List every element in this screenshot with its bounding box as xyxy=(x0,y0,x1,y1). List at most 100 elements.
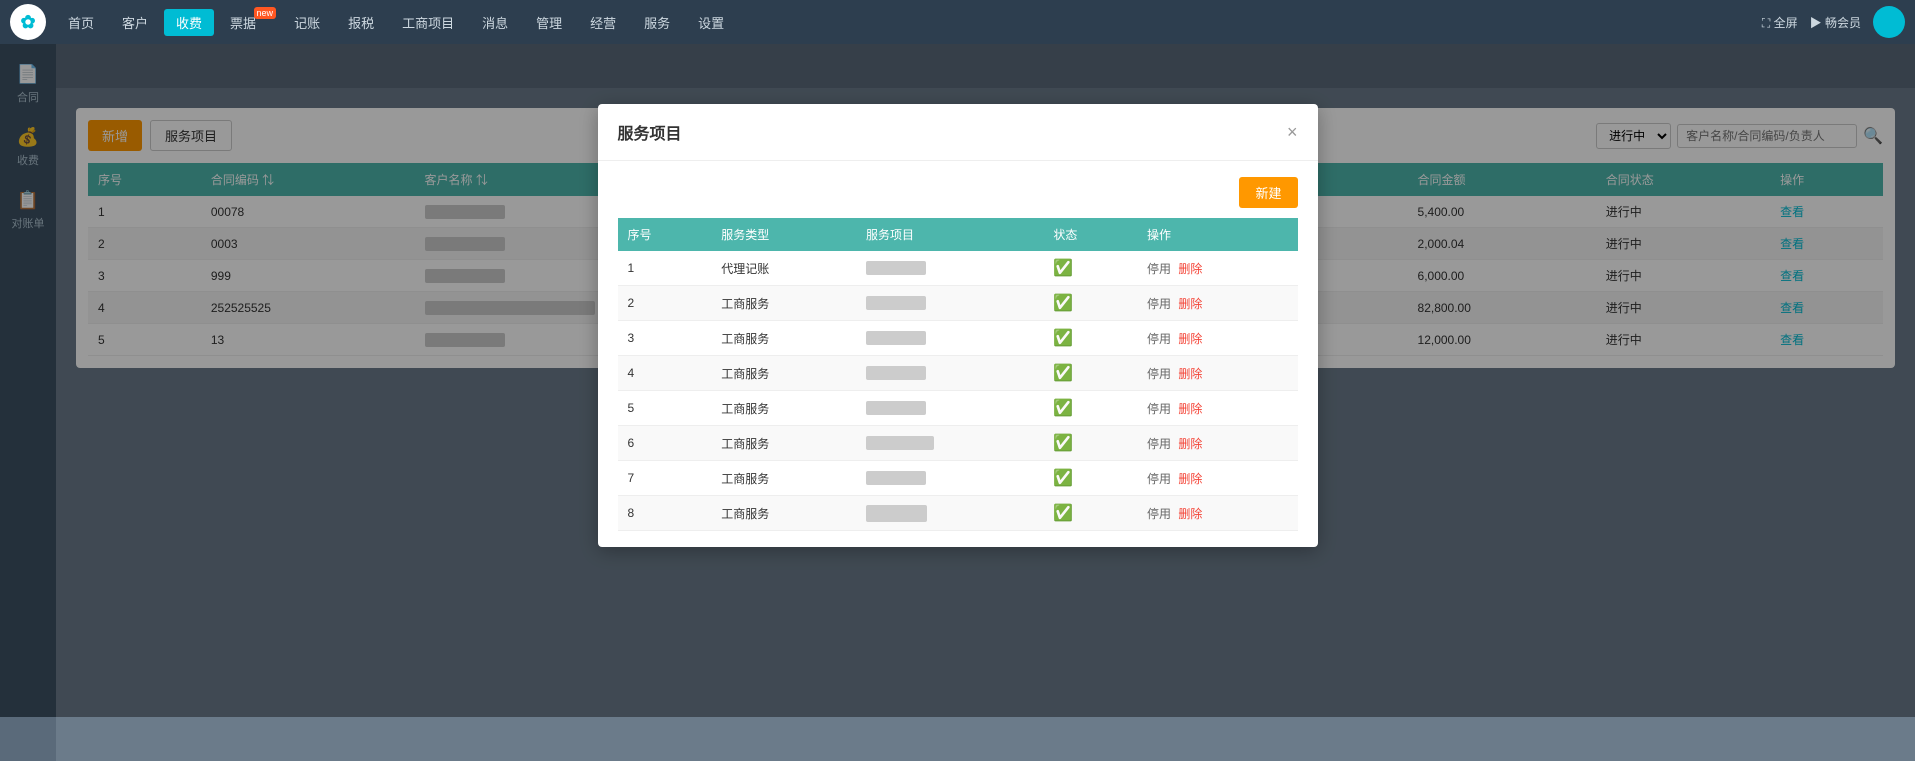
modal-new-button[interactable]: 新建 xyxy=(1239,177,1297,208)
modal-cell-seq: 5 xyxy=(618,391,712,426)
modal-cell-type: 工商服务 xyxy=(711,286,856,321)
status-check-icon: ✅ xyxy=(1053,470,1073,487)
modal-cell-seq: 7 xyxy=(618,461,712,496)
status-check-icon: ✅ xyxy=(1053,365,1073,382)
modal-cell-project: ████ xyxy=(856,286,1043,321)
status-check-icon: ✅ xyxy=(1053,260,1073,277)
modal-cell-status: ✅ xyxy=(1043,321,1137,356)
modal-cell-seq: 4 xyxy=(618,356,712,391)
list-item: 3 工商服务 ████ ✅ 停用 删除 xyxy=(618,321,1298,356)
delete-button[interactable]: 删除 xyxy=(1178,472,1202,486)
modal-cell-seq: 2 xyxy=(618,286,712,321)
modal-header-row: 序号 服务类型 服务项目 状态 操作 xyxy=(618,218,1298,251)
vip-btn[interactable]: ▶ 畅会员 xyxy=(1810,14,1861,31)
nav-customer[interactable]: 客户 xyxy=(110,9,160,36)
modal-cell-status: ✅ xyxy=(1043,286,1137,321)
modal-cell-type: 工商服务 xyxy=(711,356,856,391)
nav-operation[interactable]: 经营 xyxy=(578,9,628,36)
modal-cell-project: ████ 注册 xyxy=(856,496,1043,531)
modal-cell-action: 停用 删除 xyxy=(1137,251,1297,286)
modal-cell-project: ████ xyxy=(856,321,1043,356)
nav-settings[interactable]: 设置 xyxy=(686,9,736,36)
stop-button[interactable]: 停用 xyxy=(1147,367,1171,381)
modal-cell-status: ✅ xyxy=(1043,496,1137,531)
modal-cell-action: 停用 删除 xyxy=(1137,461,1297,496)
stop-button[interactable]: 停用 xyxy=(1147,472,1171,486)
list-item: 6 工商服务 ████████ ✅ 停用 删除 xyxy=(618,426,1298,461)
stop-button[interactable]: 停用 xyxy=(1147,402,1171,416)
delete-button[interactable]: 删除 xyxy=(1178,402,1202,416)
delete-button[interactable]: 删除 xyxy=(1178,297,1202,311)
delete-button[interactable]: 删除 xyxy=(1178,332,1202,346)
modal-cell-seq: 8 xyxy=(618,496,712,531)
list-item: 1 代理记账 ████ 1 ✅ 停用 删除 xyxy=(618,251,1298,286)
modal-cell-status: ✅ xyxy=(1043,391,1137,426)
modal-cell-project: ████ xyxy=(856,356,1043,391)
delete-button[interactable]: 删除 xyxy=(1178,437,1202,451)
delete-button[interactable]: 删除 xyxy=(1178,262,1202,276)
nav-tax[interactable]: 报税 xyxy=(336,9,386,36)
delete-button[interactable]: 删除 xyxy=(1178,367,1202,381)
modal-cell-type: 工商服务 xyxy=(711,496,856,531)
modal-cell-action: 停用 删除 xyxy=(1137,426,1297,461)
modal-cell-action: 停用 删除 xyxy=(1137,496,1297,531)
stop-button[interactable]: 停用 xyxy=(1147,262,1171,276)
modal-body: 新建 序号 服务类型 服务项目 状态 操作 1 代理记账 xyxy=(598,161,1318,547)
modal-close-button[interactable]: × xyxy=(1287,123,1298,141)
status-check-icon: ✅ xyxy=(1053,435,1073,452)
list-item: 8 工商服务 ████ 注册 ✅ 停用 删除 xyxy=(618,496,1298,531)
modal-col-status: 状态 xyxy=(1043,218,1137,251)
modal-cell-project: ████ xyxy=(856,391,1043,426)
avatar[interactable] xyxy=(1873,6,1905,38)
modal-cell-type: 工商服务 xyxy=(711,391,856,426)
modal-cell-action: 停用 删除 xyxy=(1137,286,1297,321)
nav-items: 首页 客户 收费 票据 new 记账 报税 工商项目 消息 管理 经营 服务 设… xyxy=(56,9,1762,36)
nav-home[interactable]: 首页 xyxy=(56,9,106,36)
modal-col-type: 服务类型 xyxy=(711,218,856,251)
nav-message[interactable]: 消息 xyxy=(470,9,520,36)
top-nav: ✿ 首页 客户 收费 票据 new 记账 报税 工商项目 消息 管理 经营 服务… xyxy=(0,0,1915,44)
list-item: 7 工商服务 ████ ✅ 停用 删除 xyxy=(618,461,1298,496)
nav-business[interactable]: 工商项目 xyxy=(390,9,466,36)
nav-manage[interactable]: 管理 xyxy=(524,9,574,36)
modal-cell-status: ✅ xyxy=(1043,426,1137,461)
service-modal: 服务项目 × 新建 序号 服务类型 服务项目 状态 操作 xyxy=(598,104,1318,547)
fullscreen-btn[interactable]: ⛶ 全屏 xyxy=(1762,14,1798,31)
modal-cell-project: ████ 1 xyxy=(856,251,1043,286)
modal-cell-type: 工商服务 xyxy=(711,321,856,356)
modal-cell-status: ✅ xyxy=(1043,251,1137,286)
modal-col-project: 服务项目 xyxy=(856,218,1043,251)
modal-cell-status: ✅ xyxy=(1043,356,1137,391)
status-check-icon: ✅ xyxy=(1053,330,1073,347)
modal-cell-type: 代理记账 xyxy=(711,251,856,286)
stop-button[interactable]: 停用 xyxy=(1147,437,1171,451)
stop-button[interactable]: 停用 xyxy=(1147,297,1171,311)
modal-cell-project: ████████ xyxy=(856,426,1043,461)
nav-charge[interactable]: 收费 xyxy=(164,9,214,36)
modal-col-action: 操作 xyxy=(1137,218,1297,251)
modal-toolbar: 新建 xyxy=(618,177,1298,208)
modal-cell-type: 工商服务 xyxy=(711,461,856,496)
status-check-icon: ✅ xyxy=(1053,400,1073,417)
list-item: 4 工商服务 ████ ✅ 停用 删除 xyxy=(618,356,1298,391)
modal-cell-seq: 6 xyxy=(618,426,712,461)
nav-service[interactable]: 服务 xyxy=(632,9,682,36)
modal-cell-status: ✅ xyxy=(1043,461,1137,496)
modal-cell-project: ████ xyxy=(856,461,1043,496)
modal-table-container[interactable]: 序号 服务类型 服务项目 状态 操作 1 代理记账 ████ 1 ✅ 停用 删除… xyxy=(618,218,1298,531)
delete-button[interactable]: 删除 xyxy=(1178,507,1202,521)
stop-button[interactable]: 停用 xyxy=(1147,507,1171,521)
stop-button[interactable]: 停用 xyxy=(1147,332,1171,346)
nav-invoice[interactable]: 票据 new xyxy=(218,9,278,36)
modal-cell-seq: 3 xyxy=(618,321,712,356)
modal-cell-action: 停用 删除 xyxy=(1137,391,1297,426)
nav-ledger[interactable]: 记账 xyxy=(282,9,332,36)
modal-cell-action: 停用 删除 xyxy=(1137,321,1297,356)
modal-service-table: 序号 服务类型 服务项目 状态 操作 1 代理记账 ████ 1 ✅ 停用 删除… xyxy=(618,218,1298,531)
modal-overlay: 服务项目 × 新建 序号 服务类型 服务项目 状态 操作 xyxy=(0,44,1915,717)
top-nav-right: ⛶ 全屏 ▶ 畅会员 xyxy=(1762,6,1905,38)
list-item: 5 工商服务 ████ ✅ 停用 删除 xyxy=(618,391,1298,426)
app-logo: ✿ xyxy=(10,4,46,40)
modal-cell-type: 工商服务 xyxy=(711,426,856,461)
modal-title: 服务项目 xyxy=(618,120,682,144)
